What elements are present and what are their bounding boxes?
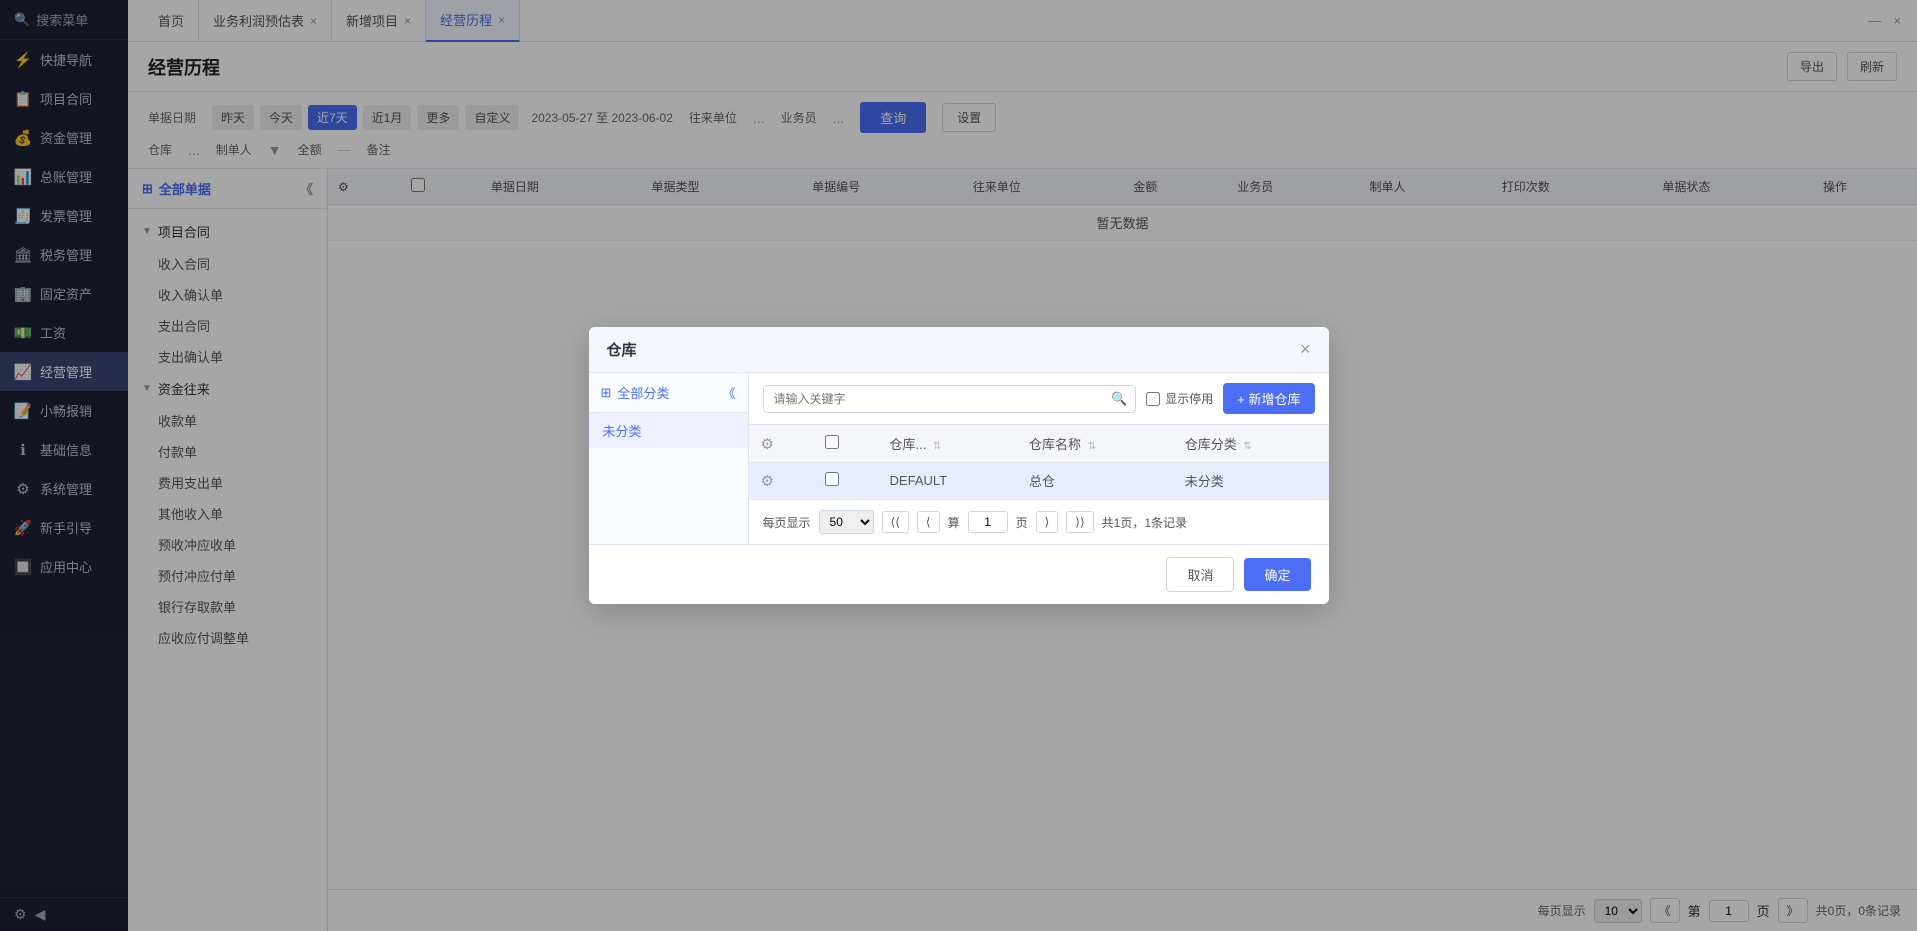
grid-icon-modal: ⊞ xyxy=(601,385,612,401)
add-warehouse-button[interactable]: + 新增仓库 xyxy=(1223,383,1314,414)
modal-th-name-label: 仓库名称 xyxy=(1029,437,1081,452)
table-row[interactable]: ⚙ DEFAULT 总仓 未分类 xyxy=(749,463,1329,499)
modal-footer: 取消 确定 xyxy=(589,544,1329,604)
modal-pagination: 每页显示 102050100 ⟨⟨ ⟨ 算 页 ⟩ ⟩⟩ 共1页，1条记录 xyxy=(749,499,1329,544)
modal-page-label-left: 算 xyxy=(948,514,960,531)
modal-overlay: 仓库 × ⊞ 全部分类 《 未分类 xyxy=(0,0,1917,931)
modal-close-button[interactable]: × xyxy=(1300,339,1311,360)
show-disabled-checkbox[interactable] xyxy=(1146,392,1160,406)
cancel-button[interactable]: 取消 xyxy=(1166,557,1234,592)
modal-table-wrap: ⚙ 仓库... ⇅ 仓库名称 xyxy=(749,425,1329,499)
modal-title: 仓库 xyxy=(607,339,637,360)
modal-header: 仓库 × xyxy=(589,327,1329,373)
row-settings-cell[interactable]: ⚙ xyxy=(749,463,813,499)
row-code-cell: DEFAULT xyxy=(878,463,1018,499)
modal-right-content: 🔍 显示停用 + 新增仓库 ⚙ xyxy=(749,373,1329,544)
modal-table: ⚙ 仓库... ⇅ 仓库名称 xyxy=(749,425,1329,499)
modal-table-header-row: ⚙ 仓库... ⇅ 仓库名称 xyxy=(749,425,1329,463)
modal-left-header[interactable]: ⊞ 全部分类 《 xyxy=(589,373,748,413)
row-checkbox[interactable] xyxy=(825,472,839,486)
modal-last-page-btn[interactable]: ⟩⟩ xyxy=(1066,511,1093,533)
sort-arrows-code[interactable]: ⇅ xyxy=(933,441,941,452)
modal-all-category-label: 全部分类 xyxy=(617,383,669,402)
modal-left-uncategorized-label: 未分类 xyxy=(603,424,642,439)
modal-first-page-btn[interactable]: ⟨⟨ xyxy=(882,511,909,533)
modal-page-input[interactable] xyxy=(968,511,1008,533)
show-disabled-text: 显示停用 xyxy=(1165,390,1213,407)
modal-page-size-select[interactable]: 102050100 xyxy=(819,510,874,534)
row-checkbox-cell[interactable] xyxy=(813,463,878,499)
modal-th-name: 仓库名称 ⇅ xyxy=(1017,425,1173,463)
confirm-button[interactable]: 确定 xyxy=(1244,558,1310,591)
modal-total-label: 共1页，1条记录 xyxy=(1102,514,1187,531)
modal-body: ⊞ 全部分类 《 未分类 🔍 显示停用 xyxy=(589,373,1329,544)
sort-arrows-category[interactable]: ⇅ xyxy=(1243,441,1251,452)
show-disabled-label[interactable]: 显示停用 xyxy=(1146,390,1213,407)
modal-prev-page-btn[interactable]: ⟨ xyxy=(917,511,940,533)
modal-page-size-label: 每页显示 xyxy=(763,514,811,531)
modal-select-all-checkbox[interactable] xyxy=(825,435,839,449)
gear-icon-header[interactable]: ⚙ xyxy=(761,436,774,453)
modal-left-item-uncategorized[interactable]: 未分类 xyxy=(589,413,748,448)
warehouse-modal: 仓库 × ⊞ 全部分类 《 未分类 xyxy=(589,327,1329,604)
modal-th-code-label: 仓库... xyxy=(890,437,927,452)
row-name-cell: 总仓 xyxy=(1017,463,1173,499)
sort-arrows-name[interactable]: ⇅ xyxy=(1088,441,1096,452)
modal-search-input[interactable] xyxy=(764,386,1104,412)
modal-th-settings[interactable]: ⚙ xyxy=(749,425,813,463)
modal-search-icon[interactable]: 🔍 xyxy=(1103,391,1135,407)
modal-left-collapse-icon[interactable]: 《 xyxy=(722,383,735,402)
modal-search-box: 🔍 xyxy=(763,385,1137,413)
modal-next-page-btn[interactable]: ⟩ xyxy=(1036,511,1059,533)
gear-icon-row[interactable]: ⚙ xyxy=(761,473,774,490)
modal-toolbar: 🔍 显示停用 + 新增仓库 xyxy=(749,373,1329,425)
modal-th-category-label: 仓库分类 xyxy=(1185,437,1237,452)
modal-left-sidebar: ⊞ 全部分类 《 未分类 xyxy=(589,373,749,544)
modal-page-label-right: 页 xyxy=(1016,514,1028,531)
modal-th-code: 仓库... ⇅ xyxy=(878,425,1018,463)
row-category-cell: 未分类 xyxy=(1173,463,1329,499)
modal-th-category: 仓库分类 ⇅ xyxy=(1173,425,1329,463)
modal-th-checkbox[interactable] xyxy=(813,425,878,463)
